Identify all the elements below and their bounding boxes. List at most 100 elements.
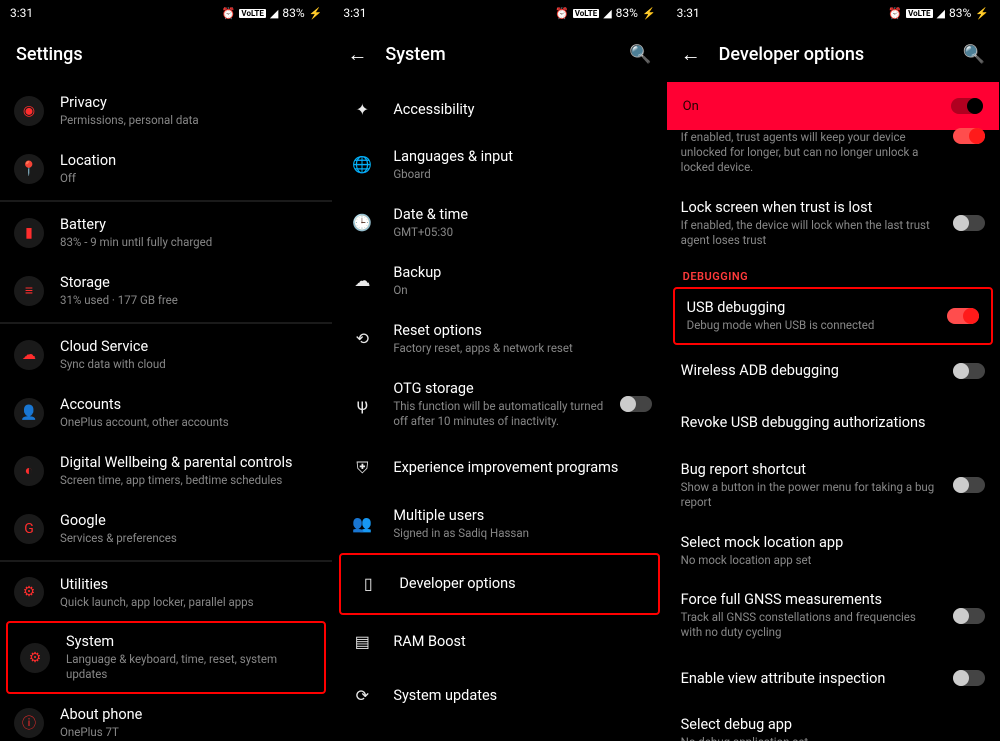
select-debug-app-row[interactable]: Select debug app No debug application se…: [667, 704, 999, 741]
item-label: Multiple users: [393, 507, 651, 524]
system-header: ← System 🔍: [333, 26, 665, 82]
item-label: Force full GNSS measurements: [681, 591, 937, 608]
system-item-accessibility[interactable]: ✦ Accessibility: [333, 82, 665, 136]
page-title: System: [385, 44, 611, 65]
divider: [0, 560, 332, 562]
reset-icon: ⟲: [347, 324, 377, 354]
alarm-icon: ⏰: [222, 7, 236, 20]
settings-item-location[interactable]: 📍 Location Off: [0, 140, 332, 198]
system-item-languages[interactable]: 🌐 Languages & input Gboard: [333, 136, 665, 194]
settings-item-google[interactable]: G Google Services & preferences: [0, 500, 332, 558]
wellbeing-icon: ◐: [14, 456, 44, 486]
lock-screen-trust-toggle[interactable]: [953, 215, 985, 231]
gnss-row[interactable]: Force full GNSS measurements Track all G…: [667, 579, 999, 652]
system-item-datetime[interactable]: 🕒 Date & time GMT+05:30: [333, 194, 665, 252]
item-label: Cloud Service: [60, 338, 318, 355]
gnss-toggle[interactable]: [953, 608, 985, 624]
settings-item-privacy[interactable]: ◉ Privacy Permissions, personal data: [0, 82, 332, 140]
system-item-backup[interactable]: ☁ Backup On: [333, 252, 665, 310]
developer-options-master-toggle[interactable]: [951, 98, 983, 114]
ram-icon: ▤: [347, 627, 377, 657]
page-title: Developer options: [719, 44, 945, 65]
bug-report-row[interactable]: Bug report shortcut Show a button in the…: [667, 449, 999, 522]
item-sub: No mock location app set: [681, 553, 985, 568]
settings-item-utilities[interactable]: ⚙ Utilities Quick launch, app locker, pa…: [0, 564, 332, 622]
item-label: System updates: [393, 687, 651, 704]
item-label: Wireless ADB debugging: [681, 362, 937, 379]
wireless-adb-toggle[interactable]: [953, 363, 985, 379]
item-sub: If enabled, the device will lock when th…: [681, 218, 937, 248]
item-label: Experience improvement programs: [393, 459, 651, 476]
revoke-auth-row[interactable]: Revoke USB debugging authorizations: [667, 397, 999, 449]
item-sub: 83% - 9 min until fully charged: [60, 235, 318, 250]
system-item-reset[interactable]: ⟲ Reset options Factory reset, apps & ne…: [333, 310, 665, 368]
divider: [0, 200, 332, 202]
developer-options-panel: 3:31 ⏰ VoLTE ◢ 83% ⚡ ← Developer options…: [667, 0, 1000, 741]
search-icon[interactable]: 🔍: [963, 44, 985, 65]
item-label: Reset options: [393, 322, 651, 339]
item-label: Revoke USB debugging authorizations: [681, 414, 985, 431]
item-label: Developer options: [399, 575, 645, 592]
settings-item-system[interactable]: ⚙ System Language & keyboard, time, rese…: [8, 623, 324, 692]
wireless-adb-row[interactable]: Wireless ADB debugging: [667, 345, 999, 397]
mock-location-row[interactable]: Select mock location app No mock locatio…: [667, 522, 999, 580]
usb-debugging-toggle[interactable]: [947, 308, 979, 324]
settings-item-about[interactable]: ⓘ About phone OnePlus 7T: [0, 694, 332, 741]
status-battery: 83%: [949, 6, 971, 20]
signal-icon: ◢: [270, 7, 278, 20]
status-right: ⏰ VoLTE ◢ 83% ⚡: [555, 6, 656, 20]
lock-screen-trust-row[interactable]: Lock screen when trust is lost If enable…: [667, 187, 999, 260]
item-sub: Track all GNSS constellations and freque…: [681, 610, 937, 640]
usb-debugging-row[interactable]: USB debugging Debug mode when USB is con…: [675, 289, 991, 343]
alarm-icon: ⏰: [888, 7, 902, 20]
item-label: Bug report shortcut: [681, 461, 937, 478]
account-icon: 👤: [14, 398, 44, 428]
back-button[interactable]: ←: [347, 42, 367, 67]
system-item-updates[interactable]: ⟳ System updates: [333, 669, 665, 723]
item-label: OTG storage: [393, 380, 603, 397]
system-item-otg[interactable]: ψ OTG storage This function will be auto…: [333, 368, 665, 441]
status-bar: 3:31 ⏰ VoLTE ◢ 83% ⚡: [333, 0, 665, 26]
back-button[interactable]: ←: [681, 42, 701, 67]
volte-icon: VoLTE: [239, 9, 265, 18]
globe-icon: 🌐: [347, 150, 377, 180]
system-item-experience[interactable]: ⛨ Experience improvement programs: [333, 441, 665, 495]
users-icon: 👥: [347, 509, 377, 539]
settings-header: Settings: [0, 26, 332, 82]
system-item-developer-options[interactable]: ▯ Developer options: [341, 555, 657, 613]
alarm-icon: ⏰: [555, 7, 569, 20]
utilities-icon: ⚙: [14, 577, 44, 607]
item-sub: Gboard: [393, 167, 651, 182]
item-sub: Show a button in the power menu for taki…: [681, 480, 937, 510]
bug-report-toggle[interactable]: [953, 477, 985, 493]
otg-toggle[interactable]: [620, 396, 652, 412]
item-sub: No debug application set: [681, 735, 985, 741]
item-sub: This function will be automatically turn…: [393, 399, 603, 429]
settings-item-battery[interactable]: ▮ Battery 83% - 9 min until fully charge…: [0, 204, 332, 262]
trust-agent-toggle[interactable]: [953, 128, 985, 144]
settings-item-cloud[interactable]: ☁ Cloud Service Sync data with cloud: [0, 326, 332, 384]
item-label: RAM Boost: [393, 633, 651, 650]
volte-icon: VoLTE: [906, 9, 932, 18]
view-attr-row[interactable]: Enable view attribute inspection: [667, 652, 999, 704]
charging-icon: ⚡: [309, 7, 323, 20]
system-item-multiusers[interactable]: 👥 Multiple users Signed in as Sadiq Hass…: [333, 495, 665, 553]
status-battery: 83%: [282, 6, 304, 20]
settings-item-accounts[interactable]: 👤 Accounts OnePlus account, other accoun…: [0, 384, 332, 442]
settings-item-wellbeing[interactable]: ◐ Digital Wellbeing & parental controls …: [0, 442, 332, 500]
item-label: Accessibility: [393, 101, 651, 118]
phone-outline-icon: ▯: [353, 569, 383, 599]
gear-icon: ⚙: [20, 643, 50, 673]
trust-agent-row[interactable]: If enabled, trust agents will keep your …: [667, 122, 999, 187]
item-label: Select mock location app: [681, 534, 985, 551]
search-icon[interactable]: 🔍: [629, 44, 651, 65]
system-item-ramboost[interactable]: ▤ RAM Boost: [333, 615, 665, 669]
developer-header: ← Developer options 🔍: [667, 26, 999, 82]
view-attr-toggle[interactable]: [953, 670, 985, 686]
settings-item-storage[interactable]: ≡ Storage 31% used · 177 GB free: [0, 262, 332, 320]
page-title: Settings: [16, 44, 318, 65]
cloud-icon: ☁: [14, 340, 44, 370]
accessibility-icon: ✦: [347, 94, 377, 124]
settings-panel: 3:31 ⏰ VoLTE ◢ 83% ⚡ Settings ◉ Privacy …: [0, 0, 333, 741]
on-label: On: [683, 99, 699, 114]
